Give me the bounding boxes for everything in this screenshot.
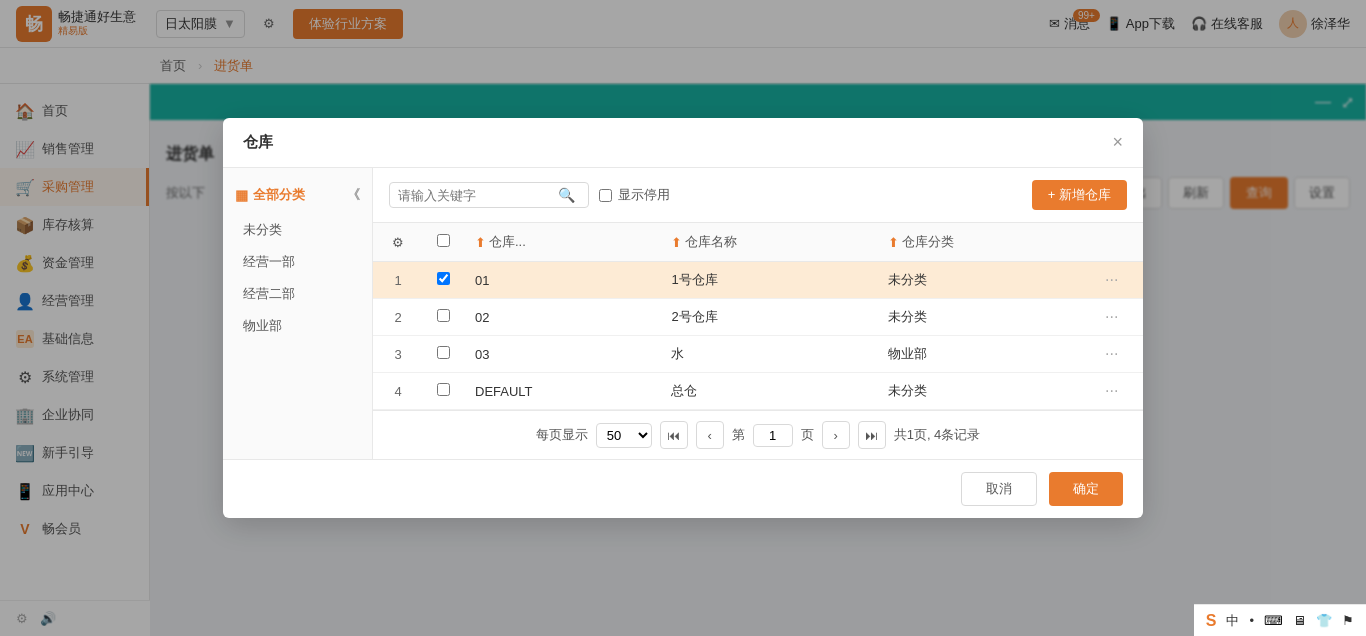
row-name: 2号仓库 (659, 299, 876, 336)
col-category-label: 仓库分类 (902, 233, 954, 251)
row-dots: ··· (1093, 299, 1143, 336)
row-dots: ··· (1093, 373, 1143, 410)
status-icon-dot: • (1249, 613, 1254, 628)
cat-label-unclassified: 未分类 (243, 222, 282, 237)
cat-label-dept2: 经营二部 (243, 286, 295, 301)
col-name: ⬆ 仓库名称 (659, 223, 876, 262)
page-label-2: 页 (801, 426, 814, 444)
row-index: 4 (373, 373, 423, 410)
cat-label-property: 物业部 (243, 318, 282, 333)
table-row[interactable]: 3 03 水 物业部 ··· (373, 336, 1143, 373)
all-category-label[interactable]: 全部分类 (253, 186, 305, 204)
warehouse-table: ⚙ ⬆ 仓库... (373, 223, 1143, 410)
status-icon-zh: 中 (1226, 612, 1239, 630)
table-row[interactable]: 1 01 1号仓库 未分类 ··· (373, 262, 1143, 299)
row-checkbox[interactable] (437, 309, 450, 322)
last-page-button[interactable]: ⏭ (858, 421, 886, 449)
row-checkbox[interactable] (437, 272, 450, 285)
modal-body: ▦ 全部分类 《 未分类 经营一部 经营二部 物业部 (223, 168, 1143, 459)
first-page-button[interactable]: ⏮ (660, 421, 688, 449)
row-checkbox-cell (423, 262, 463, 299)
row-name: 1号仓库 (659, 262, 876, 299)
search-icon: 🔍 (558, 187, 575, 203)
pagination-bar: 每页显示 50 10 20 100 ⏮ ‹ 第 页 › ⏭ 共1页, 4条记录 (373, 410, 1143, 459)
table-row[interactable]: 4 DEFAULT 总仓 未分类 ··· (373, 373, 1143, 410)
col-name-label: 仓库名称 (685, 233, 737, 251)
cat-label-dept1: 经营一部 (243, 254, 295, 269)
next-page-button[interactable]: › (822, 421, 850, 449)
modal-title: 仓库 (243, 133, 273, 152)
confirm-button[interactable]: 确定 (1049, 472, 1123, 506)
row-checkbox[interactable] (437, 383, 450, 396)
sidebar-cat-dept2[interactable]: 经营二部 (223, 278, 372, 310)
status-icon-s: S (1206, 612, 1217, 630)
col-checkbox (423, 223, 463, 262)
grid-icon: ▦ (235, 187, 248, 203)
row-checkbox[interactable] (437, 346, 450, 359)
row-index: 2 (373, 299, 423, 336)
total-info: 共1页, 4条记录 (894, 426, 981, 444)
modal-sidebar: ▦ 全部分类 《 未分类 经营一部 经营二部 物业部 (223, 168, 373, 459)
row-code: 01 (463, 262, 659, 299)
status-icon-keyboard[interactable]: ⌨ (1264, 613, 1283, 628)
collapse-icon[interactable]: 《 (347, 186, 360, 204)
table-row[interactable]: 2 02 2号仓库 未分类 ··· (373, 299, 1143, 336)
cancel-button[interactable]: 取消 (961, 472, 1037, 506)
row-name: 水 (659, 336, 876, 373)
page-label: 第 (732, 426, 745, 444)
col-code: ⬆ 仓库... (463, 223, 659, 262)
table-header-row: ⚙ ⬆ 仓库... (373, 223, 1143, 262)
modal-sidebar-header: ▦ 全部分类 《 (223, 180, 372, 214)
warehouse-modal: 仓库 × ▦ 全部分类 《 未分类 经营一部 (223, 118, 1143, 518)
row-code: 02 (463, 299, 659, 336)
modal-action-footer: 取消 确定 (223, 459, 1143, 518)
row-index: 3 (373, 336, 423, 373)
add-warehouse-button[interactable]: + 新增仓库 (1032, 180, 1127, 210)
modal-header: 仓库 × (223, 118, 1143, 168)
sidebar-cat-property[interactable]: 物业部 (223, 310, 372, 342)
modal-overlay: 仓库 × ▦ 全部分类 《 未分类 经营一部 (0, 0, 1366, 636)
page-size-label: 每页显示 (536, 426, 588, 444)
status-icon-monitor[interactable]: 🖥 (1293, 613, 1306, 628)
sidebar-cat-dept1[interactable]: 经营一部 (223, 246, 372, 278)
col-category: ⬆ 仓库分类 (876, 223, 1093, 262)
col-code-label: 仓库... (489, 233, 526, 251)
row-checkbox-cell (423, 336, 463, 373)
sidebar-cat-unclassified[interactable]: 未分类 (223, 214, 372, 246)
modal-close-button[interactable]: × (1112, 132, 1123, 153)
row-category: 物业部 (876, 336, 1093, 373)
settings-col-icon: ⚙ (392, 235, 404, 250)
row-dots: ··· (1093, 336, 1143, 373)
page-input[interactable] (753, 424, 793, 447)
sort-name-icon: ⬆ (671, 235, 682, 250)
col-actions (1093, 223, 1143, 262)
show-disabled-checkbox[interactable] (599, 189, 612, 202)
page-size-select[interactable]: 50 10 20 100 (596, 423, 652, 448)
col-settings: ⚙ (373, 223, 423, 262)
sort-cat-icon: ⬆ (888, 235, 899, 250)
row-category: 未分类 (876, 299, 1093, 336)
row-checkbox-cell (423, 299, 463, 336)
search-input[interactable] (398, 188, 558, 203)
sort-icon: ⬆ (475, 235, 486, 250)
row-checkbox-cell (423, 373, 463, 410)
row-category: 未分类 (876, 262, 1093, 299)
search-box[interactable]: 🔍 (389, 182, 589, 208)
show-disabled-label: 显示停用 (618, 186, 670, 204)
status-bar: S 中 • ⌨ 🖥 👕 ⚑ (1194, 604, 1366, 636)
row-name: 总仓 (659, 373, 876, 410)
status-icon-flag: ⚑ (1342, 613, 1354, 628)
prev-page-button[interactable]: ‹ (696, 421, 724, 449)
row-index: 1 (373, 262, 423, 299)
row-code: DEFAULT (463, 373, 659, 410)
modal-toolbar: 🔍 显示停用 + 新增仓库 (373, 168, 1143, 223)
row-dots: ··· (1093, 262, 1143, 299)
show-disabled-wrap: 显示停用 (599, 186, 670, 204)
modal-main: 🔍 显示停用 + 新增仓库 ⚙ (373, 168, 1143, 459)
row-code: 03 (463, 336, 659, 373)
row-category: 未分类 (876, 373, 1093, 410)
status-icon-shirt: 👕 (1316, 613, 1332, 628)
select-all-checkbox[interactable] (437, 234, 450, 247)
